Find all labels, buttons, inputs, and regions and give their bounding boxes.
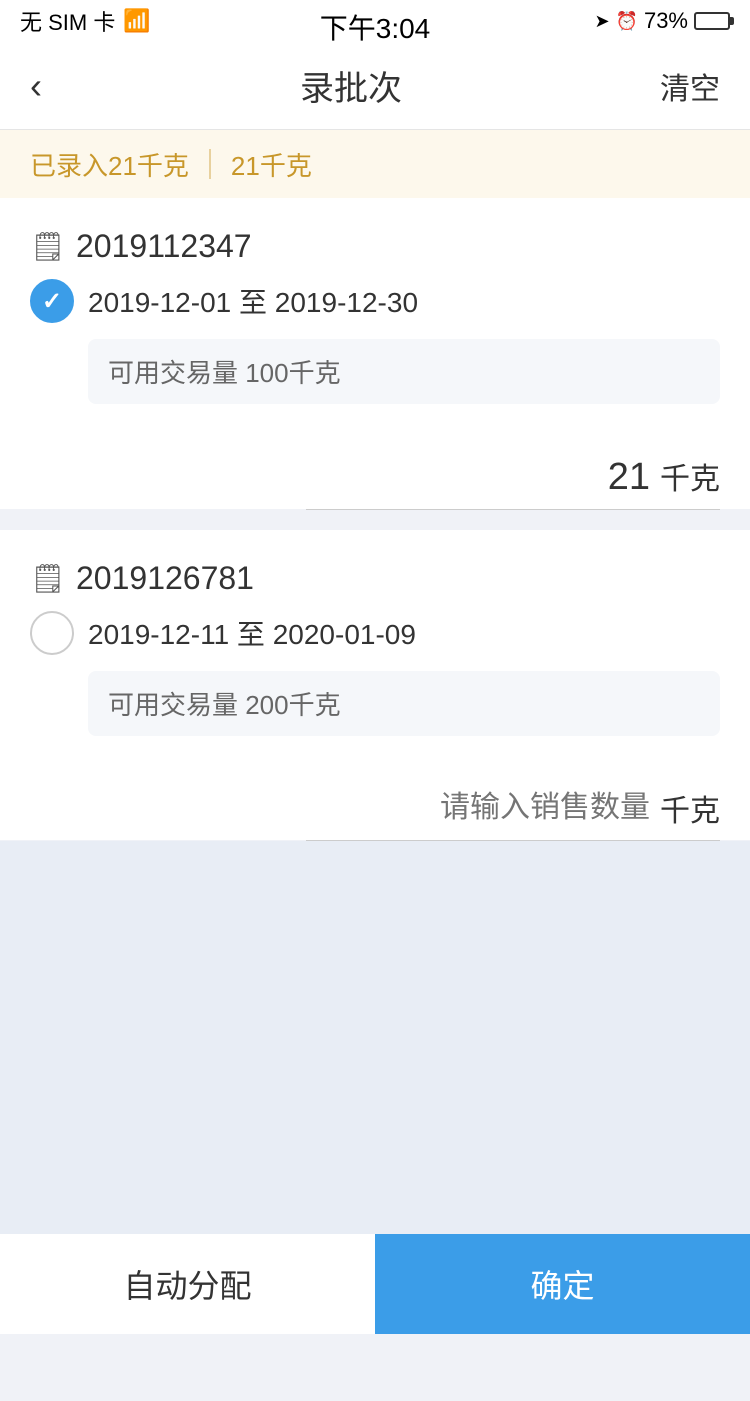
status-time: 下午3:04 [320,7,431,47]
batch-card-2: 🗒 2019126781 2019-12-11 至 2020-01-09 可用交… [0,530,750,766]
card1-amount-unit: 千克 [660,454,720,498]
summary-banner: 已录入21千克 21千克 [0,130,750,198]
card1-header: 🗒 2019112347 [30,228,720,265]
battery-icon [694,12,730,30]
back-button[interactable]: ‹ [30,65,42,107]
status-bar: 无 SIM 卡 📶 下午3:04 ➤ ⏰ 73% [0,0,750,42]
location-icon: ➤ [594,11,609,32]
batch-card-1: 🗒 2019112347 2019-12-01 至 2019-12-30 可用交… [0,198,750,434]
doc-icon-1: 🗒 [30,229,66,265]
wifi-icon: 📶 [123,8,150,34]
card2-id: 2019126781 [76,560,254,597]
doc-icon-2: 🗒 [30,561,66,597]
status-right: ➤ ⏰ 73% [594,8,730,34]
summary-value: 21千克 [231,146,312,183]
card2-row[interactable]: 2019-12-11 至 2020-01-09 [30,611,720,655]
no-sim-text: 无 SIM 卡 [20,5,115,37]
card1-id: 2019112347 [76,228,252,265]
empty-area [0,841,750,1301]
content-area: 🗒 2019112347 2019-12-01 至 2019-12-30 可用交… [0,198,750,1401]
card2-qty-input[interactable] [350,791,650,825]
card2-date-range: 2019-12-11 至 2020-01-09 [88,613,416,653]
card2-header: 🗒 2019126781 [30,560,720,597]
alarm-icon: ⏰ [616,11,638,32]
card2-input-unit: 千克 [660,786,720,830]
summary-divider [209,149,211,179]
auto-distribute-button[interactable]: 自动分配 [0,1234,375,1334]
page-title: 录批次 [300,61,402,110]
status-left: 无 SIM 卡 📶 [20,5,151,37]
nav-bar: ‹ 录批次 清空 [0,42,750,130]
card1-avail: 可用交易量 100千克 [88,339,720,404]
summary-entered-label: 已录入21千克 [30,146,189,183]
card1-amount-row: 21 千克 [0,434,750,509]
confirm-button[interactable]: 确定 [375,1234,750,1334]
card1-row[interactable]: 2019-12-01 至 2019-12-30 [30,279,720,323]
card2-input-row: 千克 [0,766,750,840]
card1-radio[interactable] [30,279,74,323]
card-divider [0,510,750,530]
bottom-bar: 自动分配 确定 [0,1234,750,1334]
card2-avail: 可用交易量 200千克 [88,671,720,736]
card2-radio[interactable] [30,611,74,655]
card1-amount-number: 21 [608,456,650,499]
clear-button[interactable]: 清空 [660,64,720,108]
battery-percent: 73% [644,8,688,34]
card1-date-range: 2019-12-01 至 2019-12-30 [88,281,418,321]
